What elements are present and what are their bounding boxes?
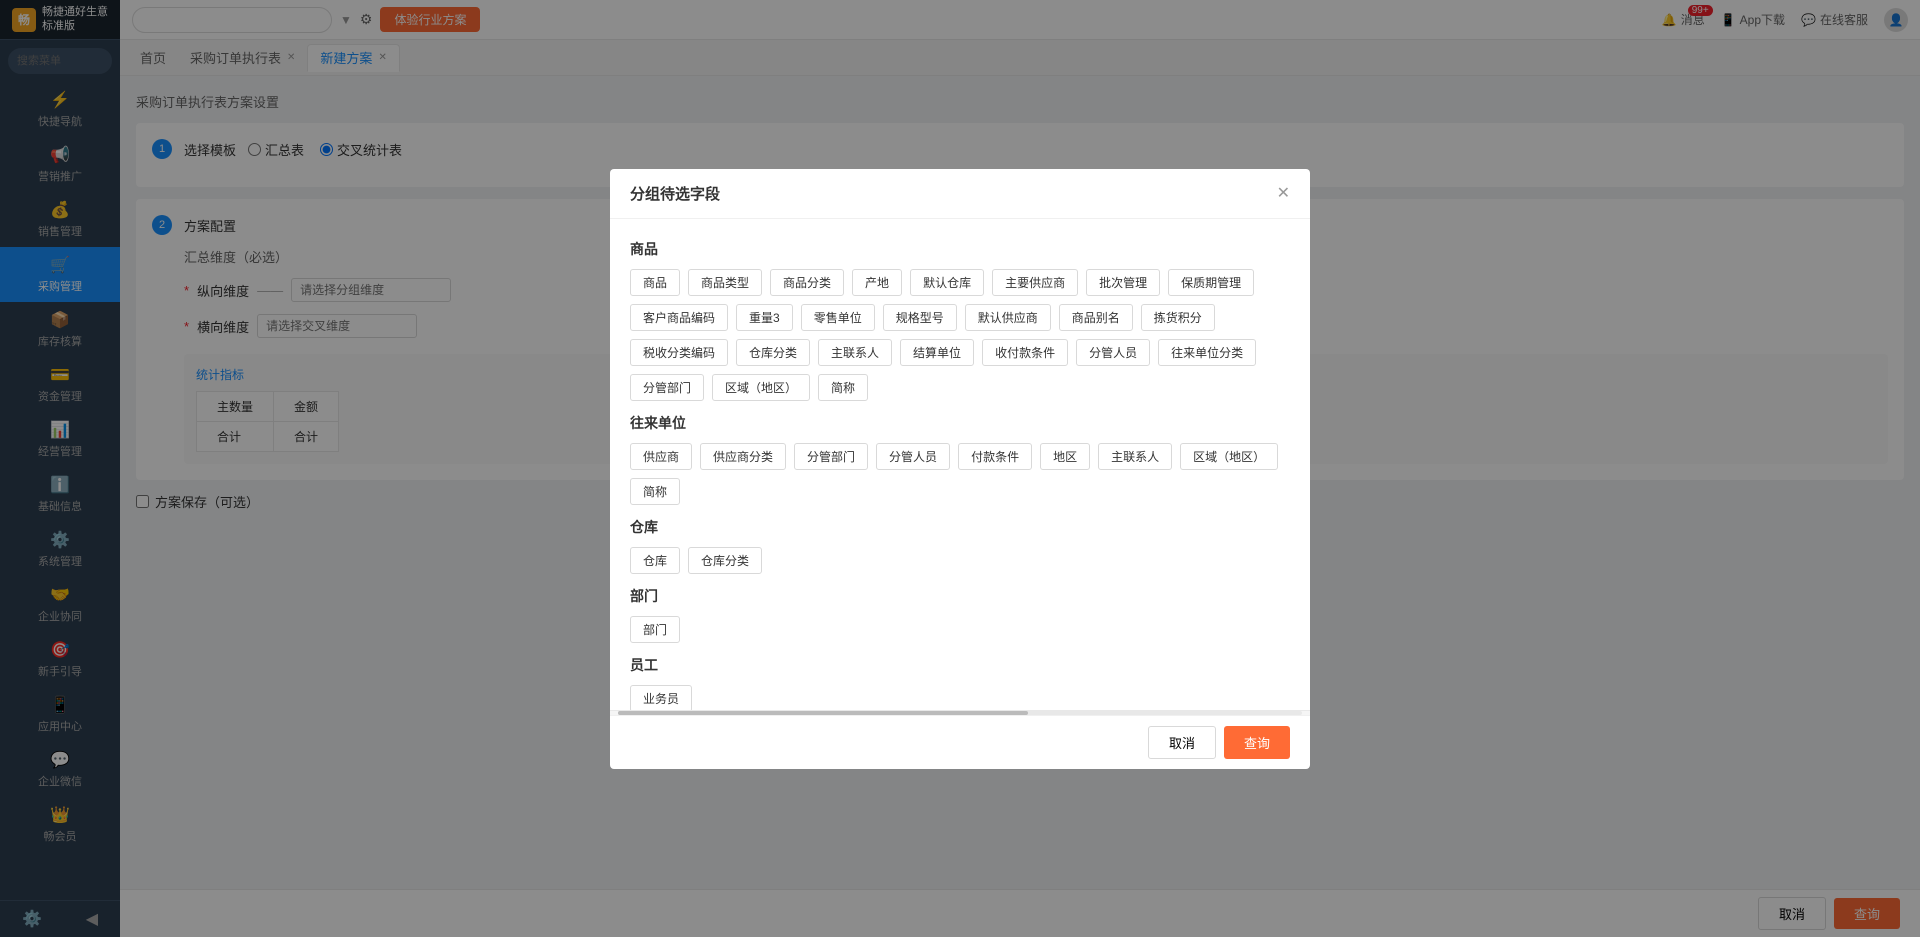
field-tag[interactable]: 结算单位 — [900, 339, 974, 366]
field-tag[interactable]: 主要供应商 — [992, 269, 1078, 296]
field-tag[interactable]: 税收分类编码 — [630, 339, 728, 366]
field-tag[interactable]: 业务员 — [630, 685, 692, 710]
field-tag[interactable]: 简称 — [818, 374, 868, 401]
section-title-product: 商品 — [630, 239, 1290, 259]
field-select-modal: 分组待选字段 ✕ 商品 商品 商品类型 商品分类 产地 默认仓库 主要供应商 批… — [610, 169, 1310, 769]
field-tag[interactable]: 批次管理 — [1086, 269, 1160, 296]
field-tag[interactable]: 供应商分类 — [700, 443, 786, 470]
field-tag[interactable]: 客户商品编码 — [630, 304, 728, 331]
field-tag[interactable]: 收付款条件 — [982, 339, 1068, 366]
field-tag[interactable]: 地区 — [1040, 443, 1090, 470]
field-tag[interactable]: 分管人员 — [876, 443, 950, 470]
modal-footer: 取消 查询 — [610, 715, 1310, 769]
modal-close-button[interactable]: ✕ — [1277, 183, 1290, 203]
section-title-department: 部门 — [630, 586, 1290, 606]
field-tag[interactable]: 分管部门 — [794, 443, 868, 470]
field-tag[interactable]: 部门 — [630, 616, 680, 643]
field-tag[interactable]: 仓库分类 — [736, 339, 810, 366]
modal-confirm-button[interactable]: 查询 — [1224, 726, 1290, 759]
field-tag[interactable]: 商品类型 — [688, 269, 762, 296]
product-field-grid: 商品 商品类型 商品分类 产地 默认仓库 主要供应商 批次管理 保质期管理 客户… — [630, 269, 1290, 401]
section-title-employee: 员工 — [630, 655, 1290, 675]
warehouse-field-grid: 仓库 仓库分类 — [630, 547, 1290, 574]
field-tag[interactable]: 分管人员 — [1076, 339, 1150, 366]
field-tag[interactable]: 分管部门 — [630, 374, 704, 401]
field-tag[interactable]: 保质期管理 — [1168, 269, 1254, 296]
scrollbar-track — [618, 711, 1302, 715]
field-tag[interactable]: 主联系人 — [1098, 443, 1172, 470]
section-title-warehouse: 仓库 — [630, 517, 1290, 537]
field-tag[interactable]: 重量3 — [736, 304, 793, 331]
scrollbar-thumb[interactable] — [618, 711, 1028, 715]
field-tag[interactable]: 简称 — [630, 478, 680, 505]
field-tag[interactable]: 付款条件 — [958, 443, 1032, 470]
field-tag[interactable]: 规格型号 — [883, 304, 957, 331]
modal-body: 商品 商品 商品类型 商品分类 产地 默认仓库 主要供应商 批次管理 保质期管理… — [610, 219, 1310, 710]
department-field-grid: 部门 — [630, 616, 1290, 643]
field-tag[interactable]: 主联系人 — [818, 339, 892, 366]
field-tag[interactable]: 往来单位分类 — [1158, 339, 1256, 366]
field-tag[interactable]: 仓库分类 — [688, 547, 762, 574]
field-tag[interactable]: 产地 — [852, 269, 902, 296]
modal-title: 分组待选字段 — [630, 183, 720, 204]
field-tag[interactable]: 零售单位 — [801, 304, 875, 331]
field-tag[interactable]: 仓库 — [630, 547, 680, 574]
modal-header: 分组待选字段 ✕ — [610, 169, 1310, 219]
modal-scrollbar-area — [610, 710, 1310, 715]
employee-field-grid: 业务员 — [630, 685, 1290, 710]
field-tag[interactable]: 商品分类 — [770, 269, 844, 296]
field-tag[interactable]: 区域（地区） — [712, 374, 810, 401]
field-tag[interactable]: 商品 — [630, 269, 680, 296]
section-title-partner: 往来单位 — [630, 413, 1290, 433]
partner-field-grid: 供应商 供应商分类 分管部门 分管人员 付款条件 地区 主联系人 区域（地区） … — [630, 443, 1290, 505]
field-tag[interactable]: 拣货积分 — [1141, 304, 1215, 331]
field-tag[interactable]: 供应商 — [630, 443, 692, 470]
field-tag[interactable]: 区域（地区） — [1180, 443, 1278, 470]
field-tag[interactable]: 商品别名 — [1059, 304, 1133, 331]
field-tag[interactable]: 默认供应商 — [965, 304, 1051, 331]
field-tag[interactable]: 默认仓库 — [910, 269, 984, 296]
modal-overlay: 分组待选字段 ✕ 商品 商品 商品类型 商品分类 产地 默认仓库 主要供应商 批… — [0, 0, 1920, 937]
modal-cancel-button[interactable]: 取消 — [1148, 726, 1216, 759]
